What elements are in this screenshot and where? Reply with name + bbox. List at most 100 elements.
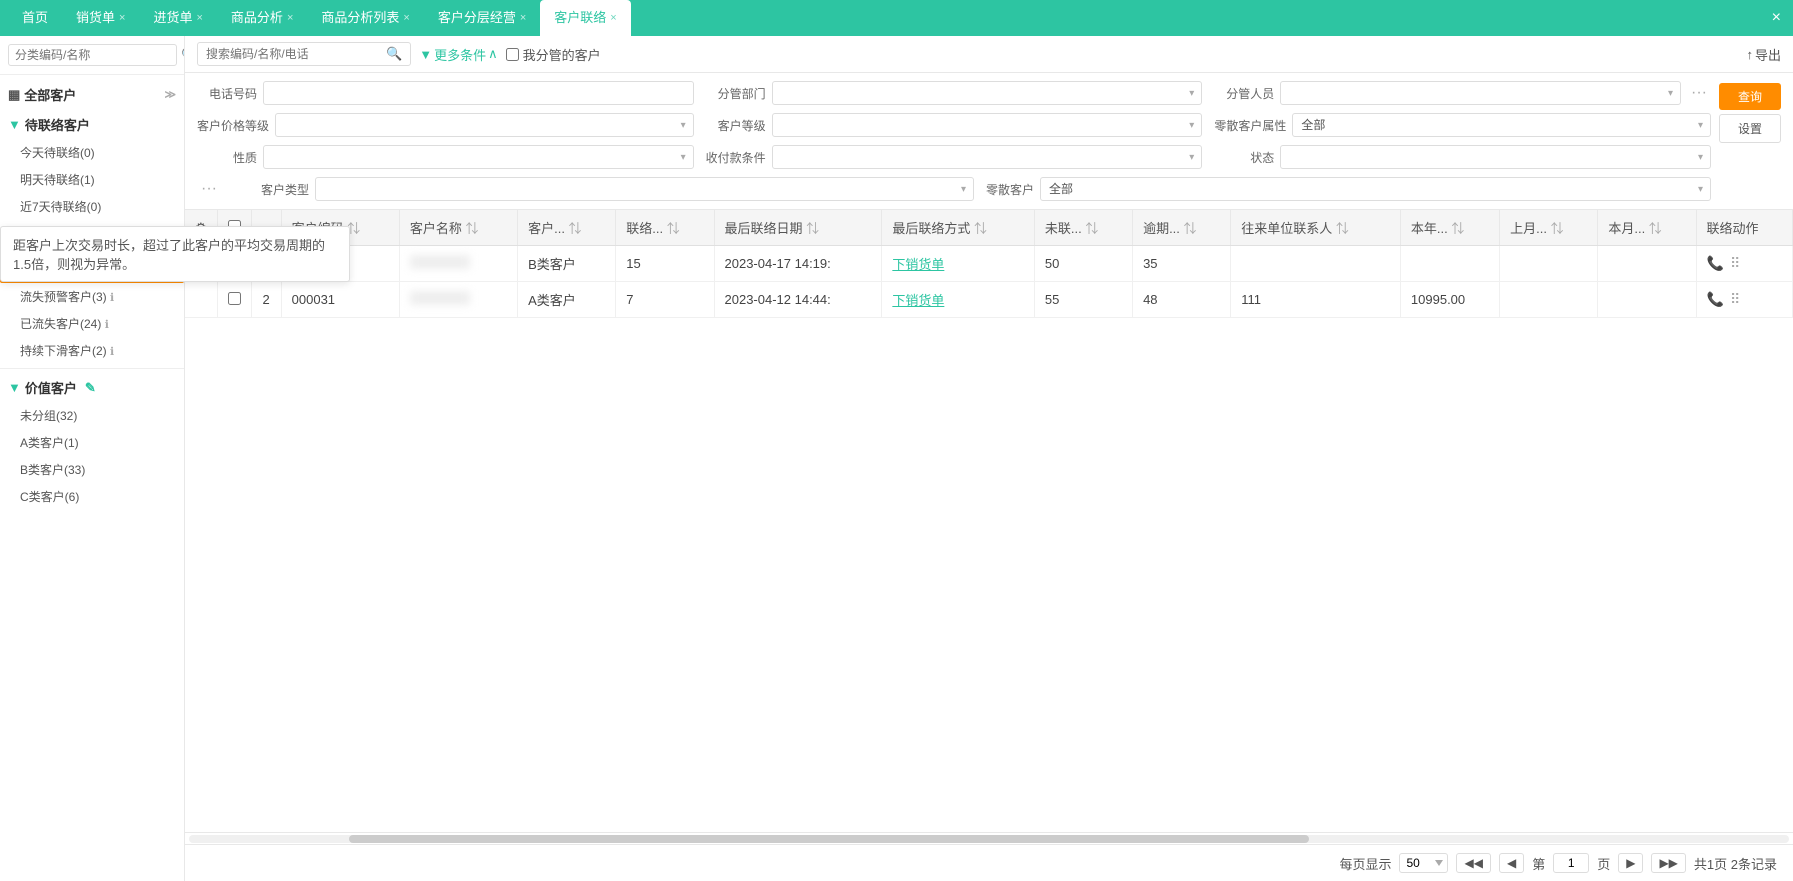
sidebar-item-class-b[interactable]: B类客户(33)	[0, 456, 184, 483]
query-button[interactable]: 查询	[1719, 83, 1781, 110]
row2-code: 000031	[281, 282, 399, 318]
retail-attr-select[interactable]: 全部	[1292, 113, 1711, 137]
filter-status: 状态	[1214, 145, 1711, 169]
main-search-input[interactable]	[206, 47, 386, 61]
sidebar-search-input[interactable]	[8, 44, 177, 66]
prev-page-button[interactable]: ◀	[1499, 853, 1524, 873]
sidebar-item-churn-warning[interactable]: 流失预警客户(3) ℹ	[0, 283, 184, 310]
my-customers-checkbox[interactable]	[506, 48, 519, 61]
settings-button[interactable]: 设置	[1719, 114, 1781, 143]
dept-select[interactable]	[772, 81, 1203, 105]
data-table: ⚙ 客户编码 ⇅ 客户名称 ⇅ 客户... ⇅ 联络... ⇅ 最后联络日期 ⇅…	[185, 210, 1793, 318]
table-container: ⚙ 客户编码 ⇅ 客户名称 ⇅ 客户... ⇅ 联络... ⇅ 最后联络日期 ⇅…	[185, 210, 1793, 832]
main-layout: 🔍 ▦ 全部客户 ≫ ▼ 待联络客户 今天待联络(0) 明天待联络(1) 近7天…	[0, 36, 1793, 881]
scrollbar-thumb[interactable]	[349, 835, 1309, 843]
name-col-header[interactable]: 客户名称 ⇅	[399, 210, 517, 246]
page-number-input[interactable]	[1553, 853, 1589, 873]
sidebar-item-churned[interactable]: 已流失客户(24) ℹ	[0, 310, 184, 337]
filter-row-1: 电话号码 分管部门 分管人员	[197, 81, 1711, 105]
edit-icon[interactable]: ✎	[85, 380, 96, 396]
more-icon[interactable]: ···	[1687, 84, 1711, 102]
dots-icon[interactable]: ···	[197, 180, 221, 198]
this-year-col-header[interactable]: 本年... ⇅	[1400, 210, 1499, 246]
collapse-icon[interactable]: ≫	[164, 88, 176, 101]
value-customers-group[interactable]: ▼ 价值客户 ✎	[0, 373, 184, 402]
close-icon[interactable]: ×	[610, 0, 616, 36]
sidebar-item-declining[interactable]: 持续下滑客户(2) ℹ	[0, 337, 184, 364]
retail-select[interactable]: 全部	[1040, 177, 1711, 201]
nature-label: 性质	[197, 149, 257, 166]
row2-phone-icon[interactable]: 📞	[1707, 291, 1724, 308]
last-page-button[interactable]: ▶▶	[1651, 853, 1685, 873]
nav-tab-customer-contact[interactable]: 客户联络 ×	[540, 0, 630, 36]
row1-name	[399, 246, 517, 282]
contact-person-col-header[interactable]: 往来单位联系人 ⇅	[1231, 210, 1401, 246]
row2-action: 📞 ⠿	[1696, 282, 1792, 318]
sidebar-item-tomorrow[interactable]: 明天待联络(1)	[0, 166, 184, 193]
close-icon[interactable]: ×	[520, 0, 526, 36]
nav-tab-sales[interactable]: 销货单 ×	[62, 0, 139, 36]
row2-this-month	[1598, 282, 1696, 318]
status-select[interactable]	[1280, 145, 1711, 169]
sidebar-item-class-c[interactable]: C类客户(6)	[0, 483, 184, 510]
nav-tab-product-list[interactable]: 商品分析列表 ×	[307, 0, 423, 36]
export-button[interactable]: ↑ 导出	[1746, 45, 1781, 64]
row2-index: 2	[251, 282, 281, 318]
phone-input[interactable]	[263, 81, 694, 105]
row2-contact-person: 111	[1231, 282, 1401, 318]
this-month-col-header[interactable]: 本月... ⇅	[1598, 210, 1696, 246]
type-col-header[interactable]: 客户... ⇅	[518, 210, 616, 246]
customer-type-select[interactable]	[315, 177, 974, 201]
phone-label: 电话号码	[197, 85, 257, 102]
not-contacted-col-header[interactable]: 未联... ⇅	[1034, 210, 1132, 246]
page-size-select[interactable]: 50 20 100 200	[1399, 853, 1448, 873]
row1-phone-icon[interactable]: 📞	[1707, 255, 1724, 272]
row2-method-link[interactable]: 下销货单	[892, 293, 944, 308]
row2-more-icon[interactable]: ⠿	[1730, 291, 1740, 308]
close-icon[interactable]: ×	[403, 0, 409, 36]
last-contact-method-col-header[interactable]: 最后联络方式 ⇅	[882, 210, 1035, 246]
more-conditions-button[interactable]: ▼ 更多条件 ∧	[419, 45, 497, 64]
sidebar-item-7days[interactable]: 近7天待联络(0)	[0, 193, 184, 220]
nav-tab-home[interactable]: 首页	[8, 0, 62, 36]
nav-tab-product-analysis[interactable]: 商品分析 ×	[217, 0, 307, 36]
extended-filter-panel: 电话号码 分管部门 分管人员	[185, 73, 1793, 210]
price-grade-select[interactable]	[275, 113, 694, 137]
overdue-col-header[interactable]: 逾期... ⇅	[1133, 210, 1231, 246]
nav-tab-customer-segment[interactable]: 客户分层经营 ×	[424, 0, 540, 36]
manager-input[interactable]	[1280, 81, 1681, 105]
nav-close-all-button[interactable]: ×	[1772, 9, 1781, 27]
payment-select[interactable]	[772, 145, 1203, 169]
sidebar-item-today[interactable]: 今天待联络(0)	[0, 139, 184, 166]
grade-select[interactable]	[772, 113, 1203, 137]
next-page-button[interactable]: ▶	[1618, 853, 1643, 873]
page-of-label: 页	[1597, 854, 1610, 873]
all-customers-header[interactable]: ▦ 全部客户 ≫	[0, 79, 184, 110]
filter-dept: 分管部门	[706, 81, 1203, 105]
row1-method-link[interactable]: 下销货单	[892, 257, 944, 272]
pending-contact-group[interactable]: ▼ 待联络客户	[0, 110, 184, 139]
scrollbar-track[interactable]	[189, 835, 1789, 843]
last-month-col-header[interactable]: 上月... ⇅	[1500, 210, 1598, 246]
last-contact-date-col-header[interactable]: 最后联络日期 ⇅	[714, 210, 882, 246]
close-icon[interactable]: ×	[119, 0, 125, 36]
row1-more-icon[interactable]: ⠿	[1730, 255, 1740, 272]
payment-label: 收付款条件	[706, 149, 766, 166]
contact-col-header[interactable]: 联络... ⇅	[616, 210, 714, 246]
close-icon[interactable]: ×	[287, 0, 293, 36]
first-page-button[interactable]: ◀◀	[1456, 853, 1490, 873]
nav-tab-purchase[interactable]: 进货单 ×	[139, 0, 216, 36]
close-icon[interactable]: ×	[196, 0, 202, 36]
nature-select[interactable]	[263, 145, 694, 169]
filter-row-4: ··· 客户类型 零散客户	[197, 177, 1711, 201]
row2-select-checkbox[interactable]	[228, 292, 241, 305]
filter-retail-attr: 零散客户属性 全部	[1214, 113, 1711, 137]
sidebar-item-ungrouped[interactable]: 未分组(32)	[0, 402, 184, 429]
total-label: 共1页 2条记录	[1694, 854, 1777, 873]
sidebar-item-class-a[interactable]: A类客户(1)	[0, 429, 184, 456]
sidebar-content: ▦ 全部客户 ≫ ▼ 待联络客户 今天待联络(0) 明天待联络(1) 近7天待联…	[0, 75, 184, 881]
filter-icon: ▼	[419, 47, 432, 62]
horizontal-scrollbar[interactable]	[185, 832, 1793, 844]
filter-payment: 收付款条件	[706, 145, 1203, 169]
manager-label: 分管人员	[1214, 85, 1274, 102]
